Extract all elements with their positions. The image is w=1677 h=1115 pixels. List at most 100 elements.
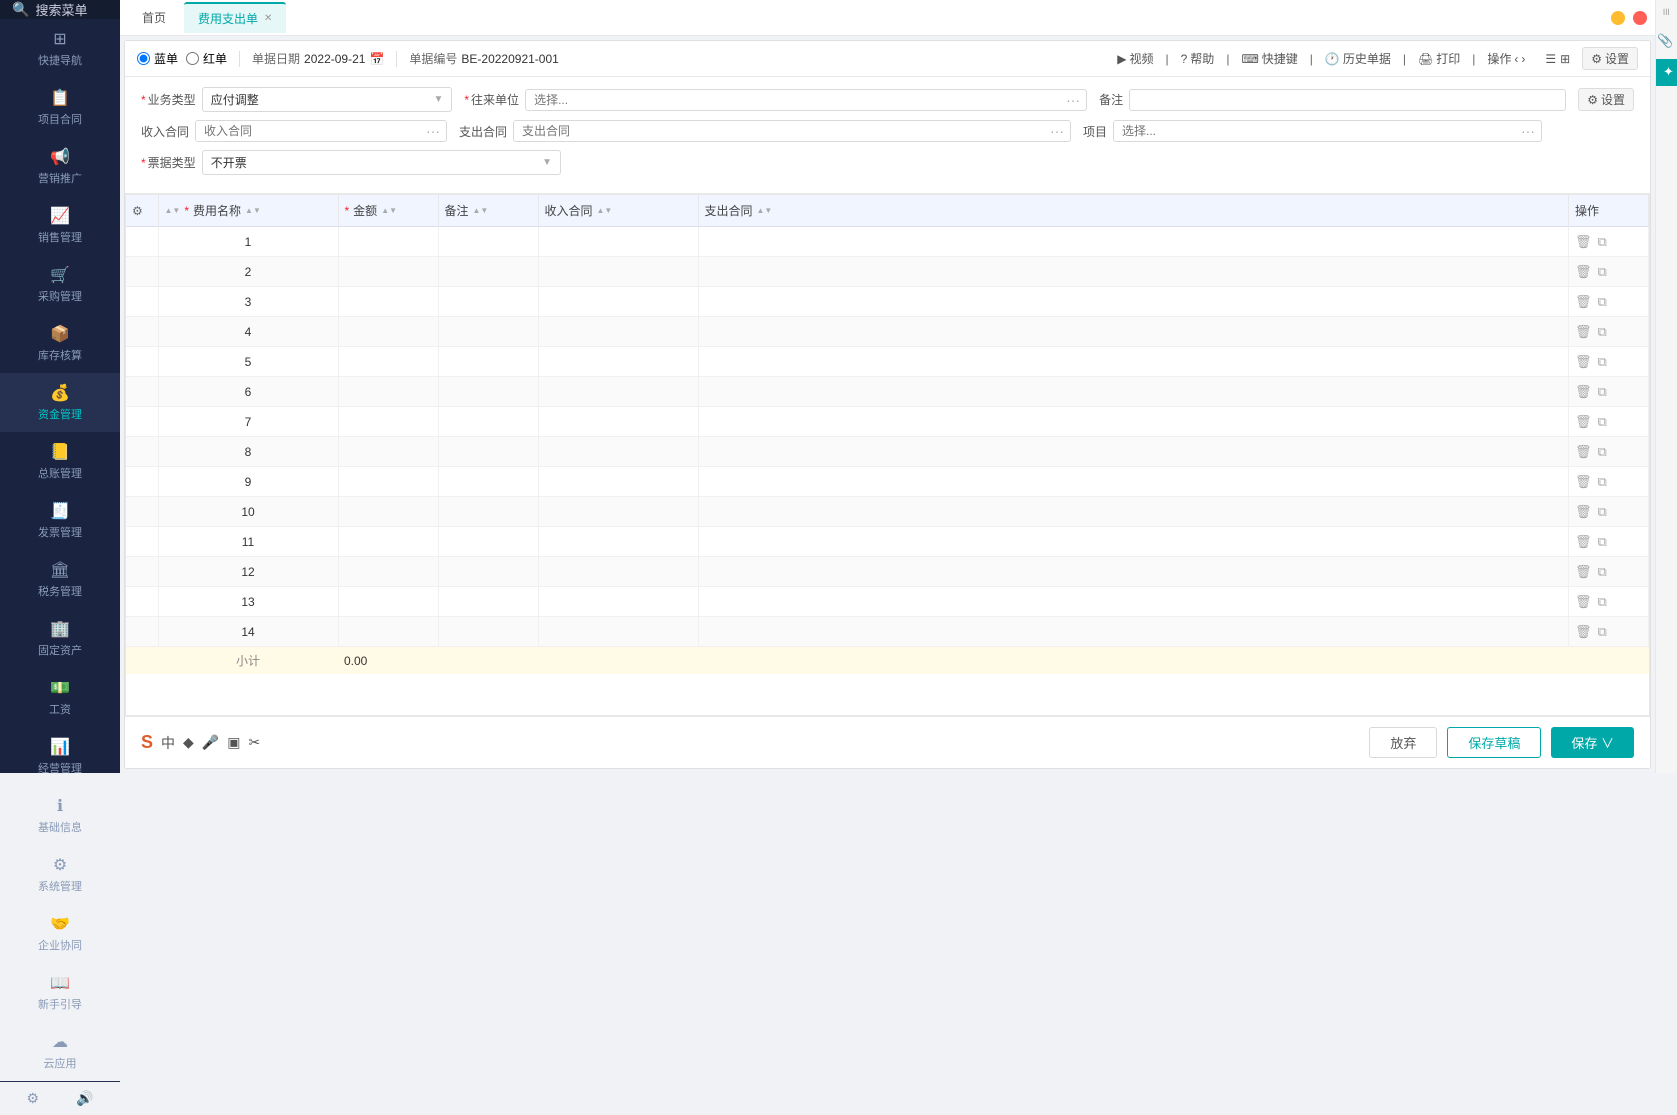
minimize-button[interactable] xyxy=(1611,11,1625,25)
delete-row-icon[interactable]: 🗑 xyxy=(1575,324,1592,340)
sidebar-item-tax[interactable]: 🏛 税务管理 xyxy=(0,550,120,609)
tab-close-icon[interactable]: ✕ xyxy=(264,13,272,24)
delete-row-icon[interactable]: 🗑 xyxy=(1575,564,1592,580)
view-grid-icon[interactable]: ⊞ xyxy=(1560,52,1570,66)
partner-input[interactable]: ··· xyxy=(525,89,1087,111)
partner-more-icon[interactable]: ··· xyxy=(1060,92,1086,108)
chinese-input-icon[interactable]: 中 xyxy=(161,733,175,753)
copy-row-icon[interactable]: ⧉ xyxy=(1598,474,1607,490)
sidebar-item-purchase[interactable]: 🛒 采购管理 xyxy=(0,255,120,314)
tab-home[interactable]: 首页 xyxy=(128,3,180,32)
sidebar-item-operations[interactable]: 📊 经营管理 xyxy=(0,727,120,786)
sidebar-item-marketing[interactable]: 📢 营销推广 xyxy=(0,137,120,196)
copy-row-icon[interactable]: ⧉ xyxy=(1598,564,1607,580)
right-panel-icon2[interactable]: 📎 xyxy=(1659,28,1674,52)
copy-row-icon[interactable]: ⧉ xyxy=(1598,414,1607,430)
th-expense-contract[interactable]: 支出合同 ▲▼ xyxy=(698,195,1569,227)
sort-icon2: ▲▼ xyxy=(245,207,261,215)
project-input-field[interactable] xyxy=(1114,121,1515,141)
copy-row-icon[interactable]: ⧉ xyxy=(1598,504,1607,520)
red-single-radio[interactable]: 红单 xyxy=(186,50,227,67)
sidebar-header[interactable]: 🔍 搜索菜单 xyxy=(0,0,120,19)
delete-row-icon[interactable]: 🗑 xyxy=(1575,534,1592,550)
project-more-icon[interactable]: ··· xyxy=(1515,123,1541,139)
right-panel-active-icon[interactable]: ✦ xyxy=(1656,59,1677,86)
invoice-type-select[interactable]: 不开票 ▼ xyxy=(202,150,561,175)
income-contract-more-icon[interactable]: ··· xyxy=(420,123,446,139)
help-btn[interactable]: ? 帮助 xyxy=(1181,50,1215,67)
delete-row-icon[interactable]: 🗑 xyxy=(1575,264,1592,280)
form-settings-btn[interactable]: ⚙ 设置 xyxy=(1578,88,1634,111)
sidebar-item-sys-mgmt[interactable]: ⚙ 系统管理 xyxy=(0,845,120,904)
print-btn[interactable]: 🖨 打印 xyxy=(1418,50,1460,67)
partner-input-field[interactable] xyxy=(526,90,1060,110)
note-input-field[interactable] xyxy=(1130,90,1565,110)
tab-expense[interactable]: 费用支出单 ✕ xyxy=(184,2,286,33)
scissors-icon[interactable]: ✂ xyxy=(248,734,260,751)
delete-row-icon[interactable]: 🗑 xyxy=(1575,444,1592,460)
close-button[interactable] xyxy=(1633,11,1647,25)
project-input[interactable]: ··· xyxy=(1113,120,1542,142)
sidebar-item-fixed-assets[interactable]: 🏢 固定资产 xyxy=(0,609,120,668)
save-button[interactable]: 保存 ∨ xyxy=(1551,727,1634,758)
delete-row-icon[interactable]: 🗑 xyxy=(1575,384,1592,400)
income-contract-input[interactable]: ··· xyxy=(195,120,447,142)
delete-row-icon[interactable]: 🗑 xyxy=(1575,294,1592,310)
video-btn[interactable]: ▶ 视频 xyxy=(1117,50,1153,67)
sidebar-item-inventory[interactable]: 📦 库存核算 xyxy=(0,314,120,373)
copy-row-icon[interactable]: ⧉ xyxy=(1598,294,1607,310)
copy-row-icon[interactable]: ⧉ xyxy=(1598,624,1607,640)
expense-contract-more-icon[interactable]: ··· xyxy=(1044,123,1070,139)
settings-btn[interactable]: ⚙ 设置 xyxy=(1582,47,1638,70)
shortcut-btn[interactable]: ⌨ 快捷键 xyxy=(1241,50,1297,67)
sidebar-item-quick-nav[interactable]: ⊞ 快捷导航 xyxy=(0,19,120,78)
th-expense-name[interactable]: ▲▼ * 费用名称 ▲▼ xyxy=(158,195,338,227)
expense-contract-field-input[interactable] xyxy=(514,121,1044,141)
income-contract-field-input[interactable] xyxy=(196,121,420,141)
sidebar-volume-btn[interactable]: 🔊 xyxy=(76,1090,93,1107)
picture-icon[interactable]: ▣ xyxy=(227,734,240,751)
sidebar-item-enterprise[interactable]: 🤝 企业协同 xyxy=(0,904,120,963)
sidebar-item-project-contract[interactable]: 📋 项目合同 xyxy=(0,78,120,137)
sidebar-item-new-guide[interactable]: 📖 新手引导 xyxy=(0,963,120,1022)
copy-row-icon[interactable]: ⧉ xyxy=(1598,264,1607,280)
discard-button[interactable]: 放弃 xyxy=(1369,727,1437,758)
copy-row-icon[interactable]: ⧉ xyxy=(1598,324,1607,340)
microphone-icon[interactable]: 🎤 xyxy=(202,734,219,751)
delete-row-icon[interactable]: 🗑 xyxy=(1575,504,1592,520)
th-income-contract[interactable]: 收入合同 ▲▼ xyxy=(538,195,698,227)
th-note[interactable]: 备注 ▲▼ xyxy=(438,195,538,227)
copy-row-icon[interactable]: ⧉ xyxy=(1598,354,1607,370)
sidebar-item-payroll[interactable]: 💵 工资 xyxy=(0,668,120,727)
view-list-icon[interactable]: ☰ xyxy=(1545,52,1556,66)
copy-row-icon[interactable]: ⧉ xyxy=(1598,444,1607,460)
delete-row-icon[interactable]: 🗑 xyxy=(1575,354,1592,370)
copy-row-icon[interactable]: ⧉ xyxy=(1598,534,1607,550)
sidebar-item-general-ledger[interactable]: 📒 总账管理 xyxy=(0,432,120,491)
calendar-icon[interactable]: 📅 xyxy=(369,52,384,66)
sidebar-item-sales[interactable]: 📈 销售管理 xyxy=(0,196,120,255)
history-btn[interactable]: 🕐 历史单据 xyxy=(1325,50,1391,67)
delete-row-icon[interactable]: 🗑 xyxy=(1575,474,1592,490)
copy-row-icon[interactable]: ⧉ xyxy=(1598,384,1607,400)
th-gear[interactable]: ⚙ xyxy=(126,195,158,227)
operations-btn[interactable]: 操作 ‹ › xyxy=(1487,50,1525,67)
sidebar-settings-btn[interactable]: ⚙ xyxy=(27,1090,40,1107)
delete-row-icon[interactable]: 🗑 xyxy=(1575,594,1592,610)
blue-single-radio[interactable]: 蓝单 xyxy=(137,50,178,67)
sidebar-item-invoice[interactable]: 🧾 发票管理 xyxy=(0,491,120,550)
business-type-select[interactable]: 应付调整 ▼ xyxy=(202,87,453,112)
save-draft-button[interactable]: 保存草稿 xyxy=(1447,727,1541,758)
delete-row-icon[interactable]: 🗑 xyxy=(1575,414,1592,430)
th-amount[interactable]: * 金额 ▲▼ xyxy=(338,195,438,227)
right-panel-icon1[interactable]: ≡ xyxy=(1659,4,1674,20)
expense-contract-input[interactable]: ··· xyxy=(513,120,1071,142)
sidebar-item-capital[interactable]: 💰 资金管理 xyxy=(0,373,120,432)
note-input[interactable] xyxy=(1129,89,1566,111)
copy-row-icon[interactable]: ⧉ xyxy=(1598,594,1607,610)
delete-row-icon[interactable]: 🗑 xyxy=(1575,624,1592,640)
sidebar-item-basic-info[interactable]: ℹ 基础信息 xyxy=(0,786,120,845)
sidebar-item-cloud-apps[interactable]: ☁ 云应用 xyxy=(0,1022,120,1081)
delete-row-icon[interactable]: 🗑 xyxy=(1575,234,1592,250)
copy-row-icon[interactable]: ⧉ xyxy=(1598,234,1607,250)
